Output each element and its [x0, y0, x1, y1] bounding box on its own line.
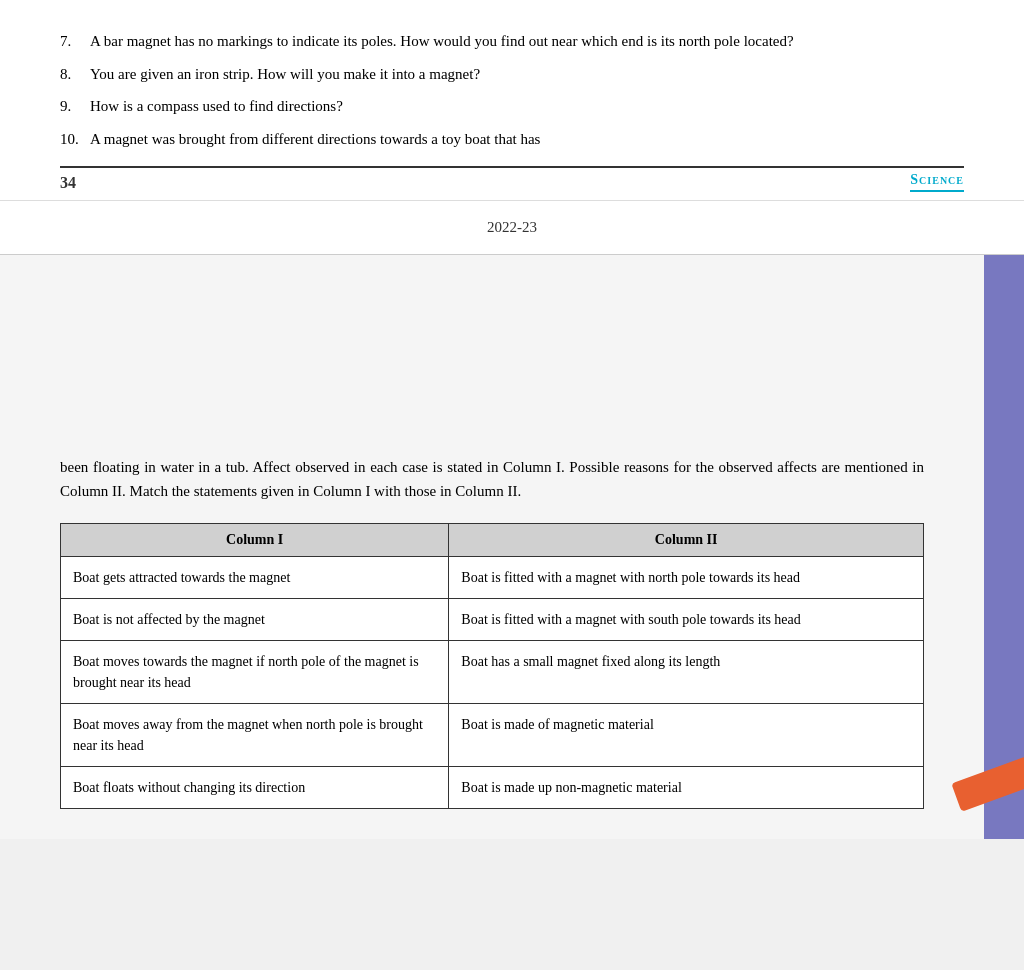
row2-col1: Boat is not affected by the magnet [61, 599, 449, 641]
question-10: 10. A magnet was brought from different … [60, 128, 964, 151]
question-9-number: 9. [60, 95, 90, 118]
row1-col1: Boat gets attracted towards the magnet [61, 557, 449, 599]
question-10-number: 10. [60, 128, 90, 151]
year-label: 2022-23 [487, 219, 537, 235]
continuation-text: been floating in water in a tub. Affect … [60, 455, 924, 503]
table-row: Boat is not affected by the magnet Boat … [61, 599, 924, 641]
match-table: Column I Column II Boat gets attracted t… [60, 523, 924, 809]
year-section: 2022-23 [0, 200, 1024, 254]
bottom-content: been floating in water in a tub. Affect … [0, 255, 984, 839]
question-7-text: A bar magnet has no markings to indicate… [90, 30, 964, 53]
row3-col2: Boat has a small magnet fixed along its … [449, 641, 924, 704]
column2-header: Column II [449, 524, 924, 557]
bottom-page: been floating in water in a tub. Affect … [0, 255, 1024, 839]
table-row: Boat moves towards the magnet if north p… [61, 641, 924, 704]
question-9: 9. How is a compass used to find directi… [60, 95, 964, 118]
question-7: 7. A bar magnet has no markings to indic… [60, 30, 964, 53]
row4-col1: Boat moves away from the magnet when nor… [61, 704, 449, 767]
question-8: 8. You are given an iron strip. How will… [60, 63, 964, 86]
questions-section: 7. A bar magnet has no markings to indic… [60, 20, 964, 150]
row1-col2: Boat is fitted with a magnet with north … [449, 557, 924, 599]
question-10-text: A magnet was brought from different dire… [90, 128, 964, 151]
blank-area [60, 255, 924, 455]
row5-col2: Boat is made up non-magnetic material [449, 767, 924, 809]
page-number: 34 [60, 174, 76, 192]
subject-label: Science [910, 172, 964, 192]
row3-col1: Boat moves towards the magnet if north p… [61, 641, 449, 704]
row5-col1: Boat floats without changing its directi… [61, 767, 449, 809]
table-row: Boat moves away from the magnet when nor… [61, 704, 924, 767]
right-sidebar [984, 255, 1024, 839]
table-row: Boat floats without changing its directi… [61, 767, 924, 809]
question-7-number: 7. [60, 30, 90, 53]
page-footer: 34 Science [60, 166, 964, 200]
question-8-number: 8. [60, 63, 90, 86]
table-row: Boat gets attracted towards the magnet B… [61, 557, 924, 599]
question-9-text: How is a compass used to find directions… [90, 95, 964, 118]
table-header-row: Column I Column II [61, 524, 924, 557]
row4-col2: Boat is made of magnetic material [449, 704, 924, 767]
top-page: 7. A bar magnet has no markings to indic… [0, 0, 1024, 200]
column1-header: Column I [61, 524, 449, 557]
question-8-text: You are given an iron strip. How will yo… [90, 63, 964, 86]
row2-col2: Boat is fitted with a magnet with south … [449, 599, 924, 641]
